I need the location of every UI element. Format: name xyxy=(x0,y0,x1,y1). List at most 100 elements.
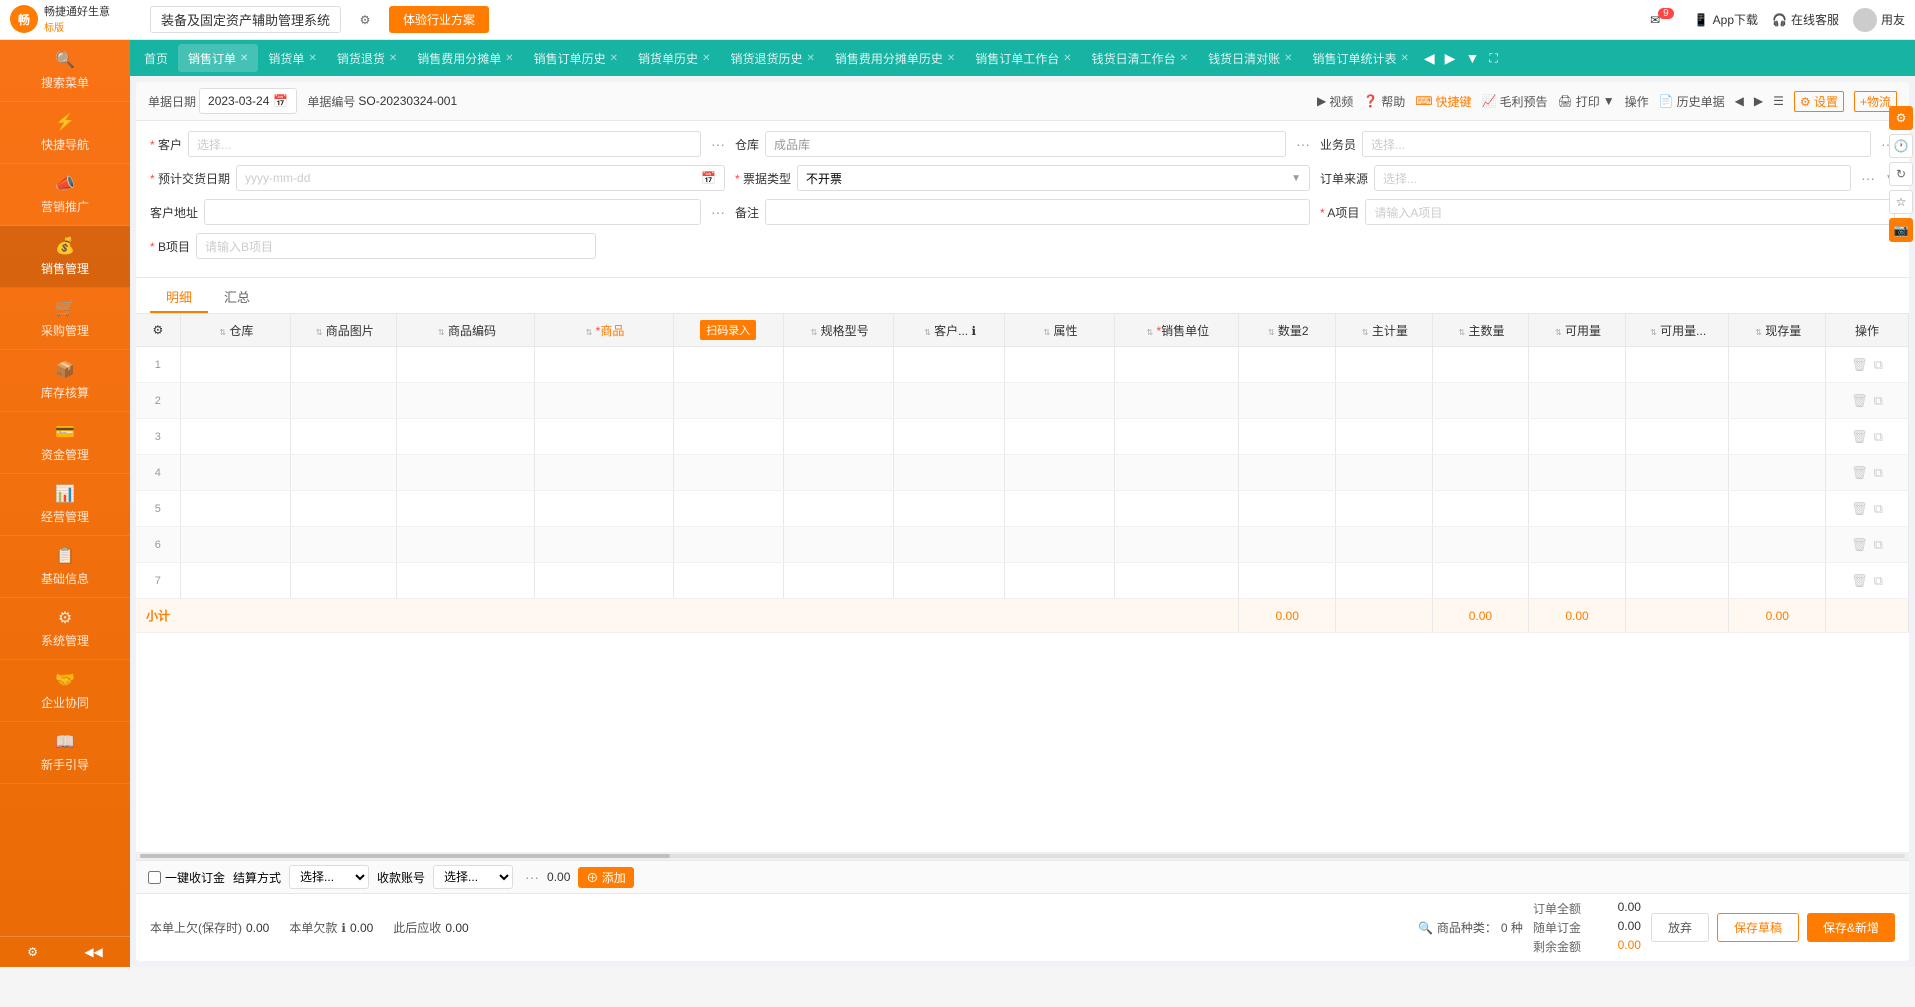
cell[interactable] xyxy=(783,527,893,563)
cell[interactable] xyxy=(1239,347,1336,383)
cell[interactable] xyxy=(535,455,673,491)
cell[interactable] xyxy=(1729,383,1826,419)
cell[interactable] xyxy=(1729,419,1826,455)
cell[interactable] xyxy=(180,347,290,383)
cell[interactable] xyxy=(894,347,1004,383)
cell[interactable] xyxy=(397,491,535,527)
col-sku[interactable]: ⇅ 商品编码 xyxy=(397,314,535,347)
cell[interactable] xyxy=(783,563,893,599)
copy-icon[interactable]: ⧉ xyxy=(1874,357,1883,373)
copy-icon[interactable]: ⧉ xyxy=(1874,573,1883,589)
sidebar-item-sales[interactable]: 💰 销售管理 xyxy=(0,226,130,288)
col-warehouse[interactable]: ⇅ 仓库 xyxy=(180,314,290,347)
tab-expense[interactable]: 销售费用分摊单 ✕ xyxy=(407,44,523,72)
tab-return-history[interactable]: 销货退货历史 ✕ xyxy=(720,44,824,72)
app-download-btn[interactable]: 📱 App下载 xyxy=(1694,11,1758,28)
col-stock[interactable]: ⇅ 现存量 xyxy=(1729,314,1826,347)
cell[interactable] xyxy=(1625,527,1729,563)
cell[interactable] xyxy=(535,491,673,527)
cell[interactable] xyxy=(1529,455,1626,491)
b-project-input[interactable]: 请输入B项目 xyxy=(196,233,596,259)
tab-next-btn[interactable]: ▶ xyxy=(1440,50,1461,67)
cell[interactable] xyxy=(1239,527,1336,563)
delete-icon[interactable]: 🗑 xyxy=(1851,573,1868,589)
cell[interactable] xyxy=(1432,347,1529,383)
a-project-input[interactable]: 请输入A项目 xyxy=(1365,199,1895,225)
cell[interactable] xyxy=(1625,347,1729,383)
add-btn[interactable]: ⊕ 添加 xyxy=(578,867,633,888)
invoice-type-select[interactable]: 不开票 ▼ xyxy=(797,165,1310,191)
col-main-unit[interactable]: ⇅ 主计量 xyxy=(1336,314,1433,347)
cell[interactable] xyxy=(783,383,893,419)
cell[interactable] xyxy=(535,347,673,383)
cell[interactable] xyxy=(180,563,290,599)
cell[interactable] xyxy=(535,527,673,563)
cell[interactable] xyxy=(397,347,535,383)
sidebar-item-finance[interactable]: 💳 资金管理 xyxy=(0,412,130,474)
tab-close-reconcile[interactable]: ✕ xyxy=(1284,53,1292,64)
cell[interactable] xyxy=(1729,491,1826,527)
cell[interactable] xyxy=(1625,455,1729,491)
cell[interactable] xyxy=(397,419,535,455)
cell[interactable] xyxy=(1239,383,1336,419)
settings-gear-icon[interactable]: ⚙ xyxy=(351,6,379,34)
profit-btn[interactable]: 📈 毛利预告 xyxy=(1482,93,1548,110)
cell[interactable] xyxy=(180,491,290,527)
delete-icon[interactable]: 🗑 xyxy=(1851,501,1868,517)
tab-close-stats[interactable]: ✕ xyxy=(1401,53,1409,64)
sidebar-item-enterprise[interactable]: 🤝 企业协同 xyxy=(0,660,130,722)
date-input[interactable]: 2023-03-24 📅 xyxy=(199,88,297,114)
col-scan[interactable]: 扫码录入 xyxy=(673,314,783,347)
right-icon-refresh[interactable]: ↻ xyxy=(1889,162,1913,186)
sidebar-item-basicinfo[interactable]: 📋 基础信息 xyxy=(0,536,130,598)
cell[interactable] xyxy=(1004,383,1114,419)
tab-reconcile[interactable]: 钱货日清对账 ✕ xyxy=(1198,44,1302,72)
scrollbar[interactable] xyxy=(136,852,1909,860)
cell[interactable] xyxy=(1115,491,1239,527)
cell[interactable] xyxy=(1432,563,1529,599)
cell[interactable] xyxy=(1729,455,1826,491)
delete-icon[interactable]: 🗑 xyxy=(1851,537,1868,553)
cell[interactable] xyxy=(894,527,1004,563)
cell[interactable] xyxy=(894,419,1004,455)
cell[interactable] xyxy=(673,383,783,419)
scrollbar-thumb[interactable] xyxy=(140,854,670,858)
cell[interactable] xyxy=(1432,491,1529,527)
cell[interactable] xyxy=(1004,419,1114,455)
warehouse-input[interactable]: 成品库 xyxy=(765,131,1286,157)
col-unit[interactable]: ⇅ *销售单位 xyxy=(1115,314,1239,347)
tab-close-order-history[interactable]: ✕ xyxy=(610,53,618,64)
cell[interactable] xyxy=(1239,455,1336,491)
cell[interactable] xyxy=(1004,491,1114,527)
cell[interactable] xyxy=(1625,419,1729,455)
col-customer-code[interactable]: ⇅ 客户... ℹ xyxy=(894,314,1004,347)
delivery-date-input[interactable]: yyyy-mm-dd 📅 xyxy=(236,165,725,191)
note-input[interactable] xyxy=(765,199,1310,225)
cell[interactable] xyxy=(535,419,673,455)
tab-close-sales-order[interactable]: ✕ xyxy=(240,53,248,64)
cell[interactable] xyxy=(894,383,1004,419)
cell[interactable] xyxy=(291,563,397,599)
cell[interactable] xyxy=(291,419,397,455)
sidebar-item-shortcut[interactable]: ⚡ 快捷导航 xyxy=(0,102,130,164)
cell[interactable] xyxy=(180,527,290,563)
cell[interactable] xyxy=(783,491,893,527)
cell[interactable] xyxy=(673,491,783,527)
tab-fullscreen-btn[interactable]: ⛶ xyxy=(1484,51,1502,66)
cell[interactable] xyxy=(1529,563,1626,599)
cell[interactable] xyxy=(1239,419,1336,455)
cell[interactable] xyxy=(894,455,1004,491)
tab-summary[interactable]: 汇总 xyxy=(208,282,266,313)
cell[interactable] xyxy=(1432,383,1529,419)
tab-sales-order[interactable]: 销售订单 ✕ xyxy=(178,44,258,72)
sidebar-item-operations[interactable]: 📊 经营管理 xyxy=(0,474,130,536)
cell[interactable] xyxy=(1115,347,1239,383)
cell[interactable] xyxy=(397,455,535,491)
col-spec[interactable]: ⇅ 规格型号 xyxy=(783,314,893,347)
cell[interactable] xyxy=(1004,455,1114,491)
delete-icon[interactable]: 🗑 xyxy=(1851,465,1868,481)
cell[interactable] xyxy=(1529,347,1626,383)
cell[interactable] xyxy=(1004,563,1114,599)
system-title[interactable]: 装备及固定资产辅助管理系统 xyxy=(150,6,341,33)
cell[interactable] xyxy=(1004,527,1114,563)
